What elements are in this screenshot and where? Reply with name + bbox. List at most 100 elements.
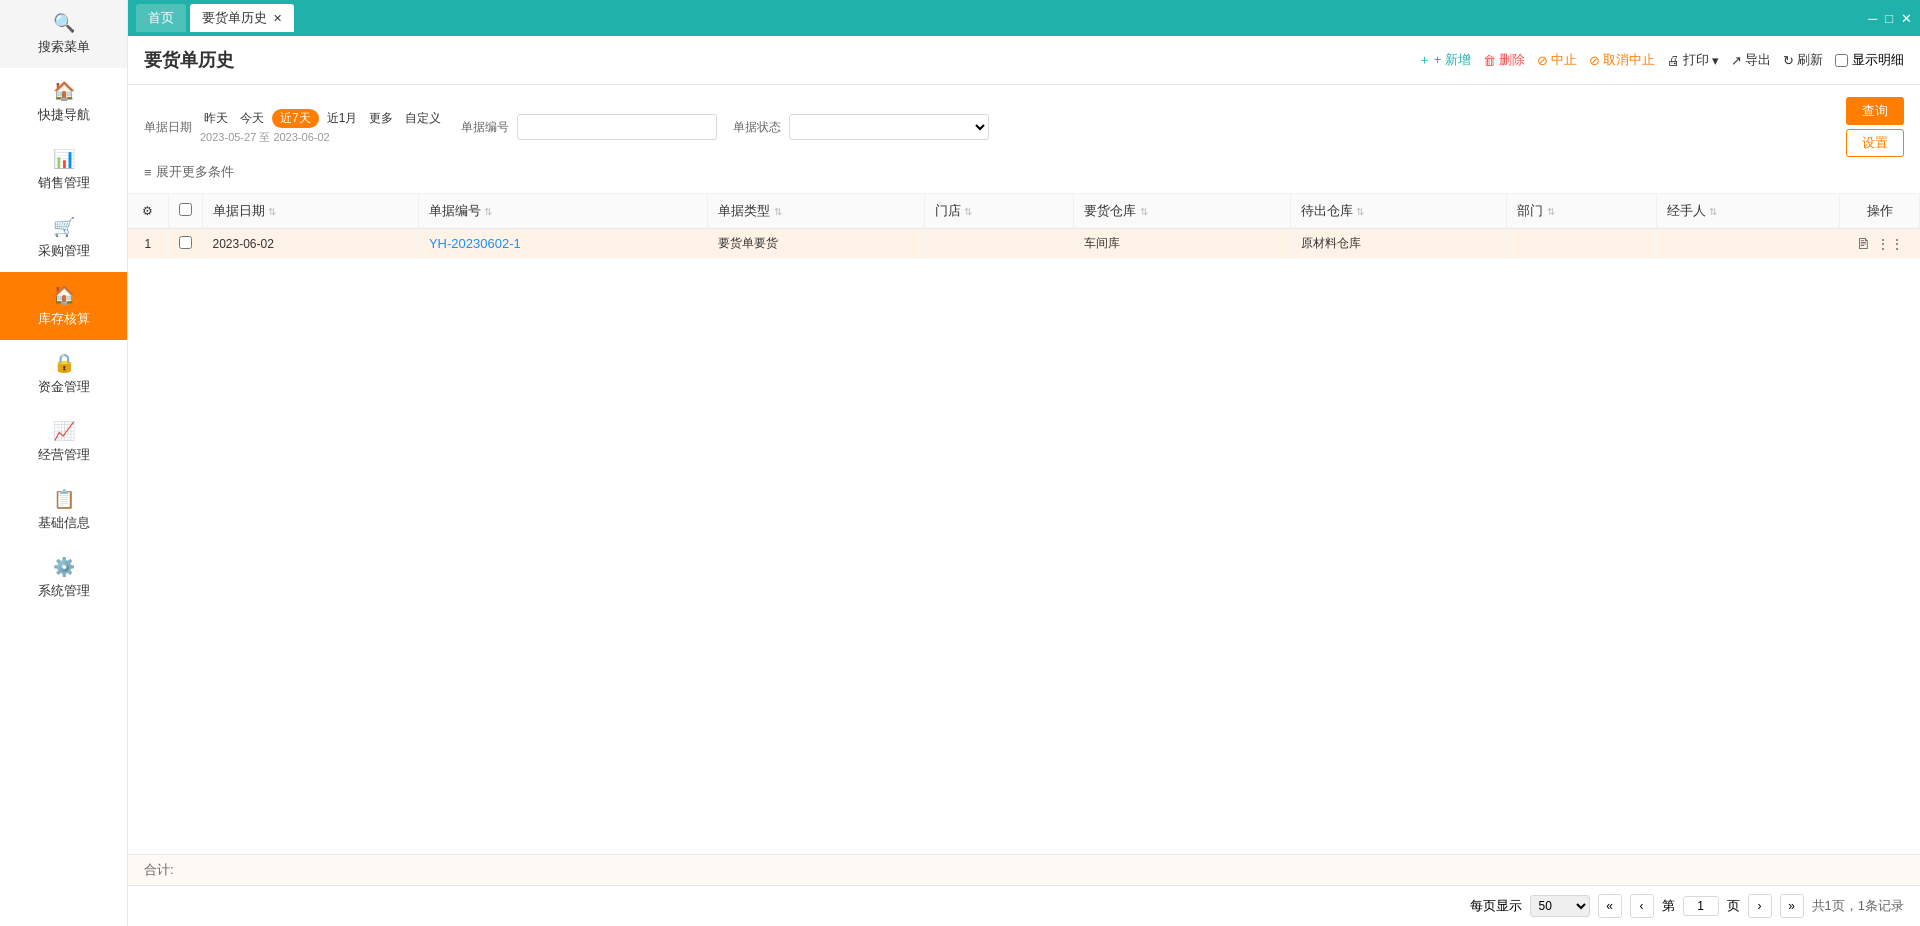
last-page-button[interactable]: »	[1780, 894, 1804, 918]
delete-button[interactable]: 🗑 删除	[1483, 51, 1525, 69]
sidebar-item-quick-nav[interactable]: 🏠 快捷导航	[0, 68, 127, 136]
refresh-button[interactable]: ↻ 刷新	[1783, 51, 1823, 69]
sales-icon: 📊	[53, 148, 75, 170]
page-size-select[interactable]: 50 100 200	[1530, 895, 1590, 917]
purchase-icon: 🛒	[53, 216, 75, 238]
sort-icon-pending-warehouse: ⇅	[1356, 206, 1364, 217]
col-pending-warehouse[interactable]: 待出仓库 ⇅	[1290, 194, 1506, 229]
new-label: + 新增	[1434, 51, 1471, 69]
tab-requisition-history[interactable]: 要货单历史 ✕	[190, 4, 294, 32]
system-icon: ⚙️	[53, 556, 75, 578]
sidebar-item-purchase[interactable]: 🛒 采购管理	[0, 204, 127, 272]
export-label: 导出	[1745, 51, 1771, 69]
row-doc-date: 2023-06-02	[202, 229, 418, 259]
table-header-row: ⚙ 单据日期 ⇅ 单据编号 ⇅ 单据类型	[128, 194, 1920, 229]
status-select[interactable]	[789, 114, 989, 140]
print-icon: 🖨	[1667, 53, 1680, 68]
date-yesterday[interactable]: 昨天	[200, 109, 232, 128]
stop-button[interactable]: ⊘ 中止	[1537, 51, 1577, 69]
refresh-icon: ↻	[1783, 53, 1794, 68]
date-shortcuts-row: 昨天 今天 近7天 近1月 更多 自定义	[200, 109, 445, 128]
sort-icon-store: ⇅	[964, 206, 972, 217]
table-row: 1 2023-06-02 YH-20230602-1 要货单要货 车间库 原材料…	[128, 229, 1920, 259]
col-doc-no[interactable]: 单据编号 ⇅	[418, 194, 707, 229]
col-operation: 操作	[1840, 194, 1920, 229]
col-department[interactable]: 部门 ⇅	[1507, 194, 1657, 229]
date-today[interactable]: 今天	[236, 109, 268, 128]
date-1month[interactable]: 近1月	[323, 109, 362, 128]
cancel-stop-label: 取消中止	[1603, 51, 1655, 69]
close-window-icon[interactable]: ✕	[1901, 11, 1912, 26]
tab-close-icon[interactable]: ✕	[273, 12, 282, 25]
sidebar-item-search-menu[interactable]: 🔍 搜索菜单	[0, 0, 127, 68]
sidebar-item-finance[interactable]: 🔒 资金管理	[0, 340, 127, 408]
settings-button[interactable]: 设置	[1846, 129, 1904, 157]
maximize-icon[interactable]: □	[1885, 11, 1893, 26]
select-all-checkbox[interactable]	[179, 203, 192, 216]
filter-area: 单据日期 昨天 今天 近7天 近1月 更多 自定义 2023-05-27 至 2…	[128, 85, 1920, 194]
sidebar-item-sales[interactable]: 📊 销售管理	[0, 136, 127, 204]
expand-more-btn[interactable]: ≡ 展开更多条件	[144, 163, 1904, 181]
pagination: 每页显示 50 100 200 « ‹ 第 页 › » 共1页，1条记录	[128, 885, 1920, 926]
cancel-stop-button[interactable]: ⊘ 取消中止	[1589, 51, 1655, 69]
doc-no-input[interactable]	[517, 114, 717, 140]
col-req-warehouse[interactable]: 要货仓库 ⇅	[1074, 194, 1290, 229]
minimize-icon[interactable]: ─	[1868, 11, 1877, 26]
export-button[interactable]: ↗ 导出	[1731, 51, 1771, 69]
sidebar-item-basic-info[interactable]: 📋 基础信息	[0, 476, 127, 544]
finance-icon: 🔒	[53, 352, 75, 374]
op-icons: 🖹 ⋮⋮	[1850, 236, 1909, 252]
print-button[interactable]: 🖨 打印 ▾	[1667, 51, 1719, 69]
sidebar-item-operations[interactable]: 📈 经营管理	[0, 408, 127, 476]
row-doc-no[interactable]: YH-20230602-1	[418, 229, 707, 259]
sidebar-item-inventory[interactable]: 🏠 库存核算	[0, 272, 127, 340]
doc-no-link[interactable]: YH-20230602-1	[429, 236, 521, 251]
col-handler[interactable]: 经手人 ⇅	[1656, 194, 1839, 229]
tab-home[interactable]: 首页	[136, 4, 186, 32]
date-more[interactable]: 更多	[365, 109, 397, 128]
total-info: 共1页，1条记录	[1812, 897, 1904, 915]
row-store	[924, 229, 1074, 259]
status-filter-group: 单据状态	[733, 114, 989, 140]
print-dropdown-icon: ▾	[1712, 53, 1719, 68]
first-page-button[interactable]: «	[1598, 894, 1622, 918]
new-button[interactable]: ＋ + 新增	[1418, 51, 1471, 69]
date-7days[interactable]: 近7天	[272, 109, 319, 128]
sidebar-item-label: 基础信息	[38, 514, 90, 532]
cancel-stop-icon: ⊘	[1589, 53, 1600, 68]
query-button[interactable]: 查询	[1846, 97, 1904, 125]
page-label: 第	[1662, 897, 1675, 915]
col-store[interactable]: 门店 ⇅	[924, 194, 1074, 229]
col-settings[interactable]: ⚙	[128, 194, 168, 229]
date-custom[interactable]: 自定义	[401, 109, 445, 128]
sidebar: 🔍 搜索菜单 🏠 快捷导航 📊 销售管理 🛒 采购管理 🏠 库存核算 🔒 资金管…	[0, 0, 128, 926]
sidebar-item-system[interactable]: ⚙️ 系统管理	[0, 544, 127, 612]
content-area: 要货单历史 ＋ + 新增 🗑 删除 ⊘ 中止 ⊘ 取消中止	[128, 36, 1920, 926]
date-shortcuts: 昨天 今天 近7天 近1月 更多 自定义 2023-05-27 至 2023-0…	[200, 109, 445, 145]
display-detail-checkbox[interactable]	[1835, 54, 1848, 67]
row-department	[1507, 229, 1657, 259]
summary-label: 合计:	[144, 861, 174, 879]
row-checkbox[interactable]	[179, 236, 192, 249]
sort-icon-req-warehouse: ⇅	[1140, 206, 1148, 217]
delete-icon: 🗑	[1483, 53, 1496, 68]
data-table: ⚙ 单据日期 ⇅ 单据编号 ⇅ 单据类型	[128, 194, 1920, 259]
sidebar-item-label: 搜索菜单	[38, 38, 90, 56]
page-number-input[interactable]	[1683, 896, 1719, 916]
operations-icon: 📈	[53, 420, 75, 442]
col-doc-type[interactable]: 单据类型 ⇅	[708, 194, 924, 229]
col-checkbox	[168, 194, 202, 229]
display-detail-toggle[interactable]: 显示明细	[1835, 51, 1904, 69]
new-icon: ＋	[1418, 51, 1431, 69]
page-header: 要货单历史 ＋ + 新增 🗑 删除 ⊘ 中止 ⊘ 取消中止	[128, 36, 1920, 85]
sidebar-item-label: 库存核算	[38, 310, 90, 328]
table-wrapper: ⚙ 单据日期 ⇅ 单据编号 ⇅ 单据类型	[128, 194, 1920, 854]
expand-icon: ≡	[144, 165, 152, 180]
prev-page-button[interactable]: ‹	[1630, 894, 1654, 918]
next-page-button[interactable]: ›	[1748, 894, 1772, 918]
more-icon[interactable]: ⋮⋮	[1876, 236, 1904, 252]
view-icon[interactable]: 🖹	[1856, 236, 1870, 252]
col-doc-date[interactable]: 单据日期 ⇅	[202, 194, 418, 229]
row-checkbox-cell[interactable]	[168, 229, 202, 259]
row-operation: 🖹 ⋮⋮	[1840, 229, 1920, 259]
